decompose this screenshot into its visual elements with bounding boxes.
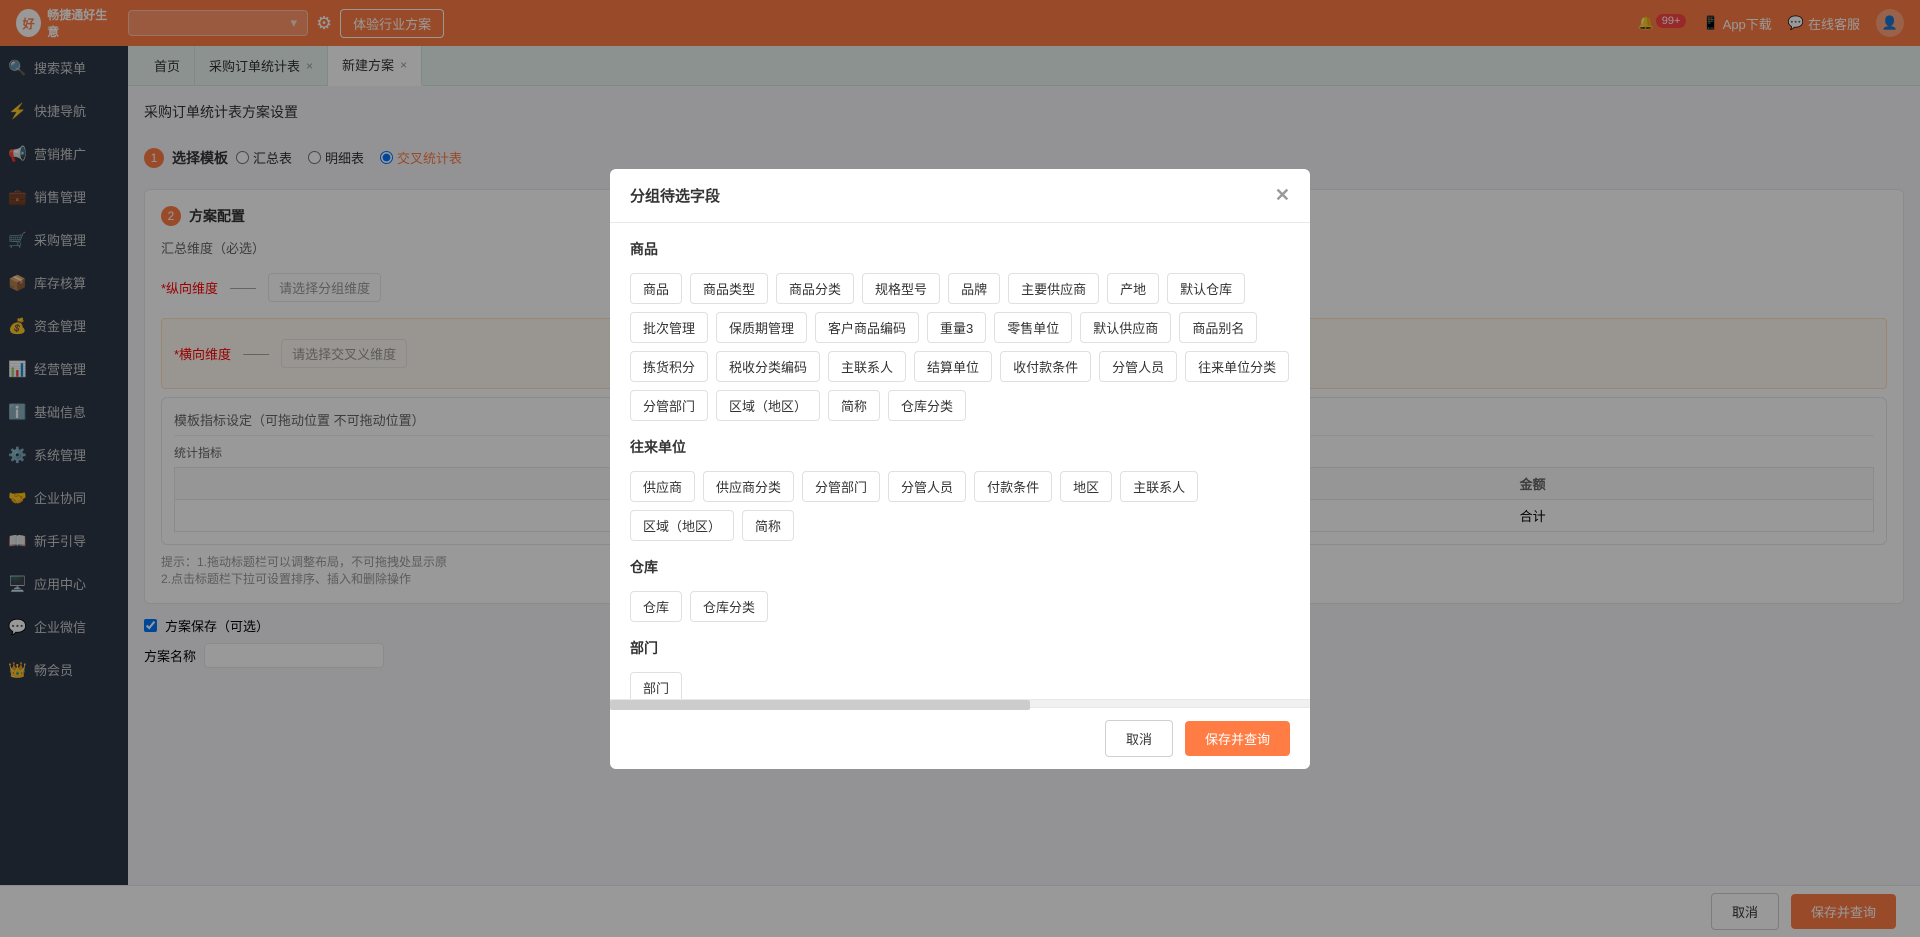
field-tag[interactable]: 地区 (1060, 471, 1112, 502)
field-group-仓库: 仓库仓库仓库分类 (630, 557, 1290, 622)
field-tag[interactable]: 税收分类编码 (716, 351, 820, 382)
field-tag[interactable]: 商品分类 (776, 273, 854, 304)
field-tag[interactable]: 简称 (828, 390, 880, 421)
field-tag[interactable]: 分管人员 (1099, 351, 1177, 382)
field-tag[interactable]: 仓库 (630, 591, 682, 622)
field-tag[interactable]: 主要供应商 (1008, 273, 1099, 304)
modal-body: 商品商品商品类型商品分类规格型号品牌主要供应商产地默认仓库批次管理保质期管理客户… (610, 223, 1310, 700)
field-group-title-仓库: 仓库 (630, 557, 1290, 581)
modal-title: 分组待选字段 (630, 185, 720, 206)
field-tag[interactable]: 供应商 (630, 471, 695, 502)
field-tag[interactable]: 重量3 (927, 312, 986, 343)
field-tag[interactable]: 结算单位 (914, 351, 992, 382)
field-tag[interactable]: 零售单位 (994, 312, 1072, 343)
field-tag[interactable]: 规格型号 (862, 273, 940, 304)
modal-cancel-button[interactable]: 取消 (1105, 720, 1173, 757)
field-tag[interactable]: 商品 (630, 273, 682, 304)
field-tag[interactable]: 拣货积分 (630, 351, 708, 382)
modal-close-button[interactable]: ✕ (1275, 185, 1290, 206)
field-group-商品: 商品商品商品类型商品分类规格型号品牌主要供应商产地默认仓库批次管理保质期管理客户… (630, 239, 1290, 421)
field-tag[interactable]: 分管人员 (888, 471, 966, 502)
field-tag[interactable]: 商品别名 (1179, 312, 1257, 343)
field-group-往来单位: 往来单位供应商供应商分类分管部门分管人员付款条件地区主联系人区域（地区） 简称 (630, 437, 1290, 541)
field-tag[interactable]: 主联系人 (1120, 471, 1198, 502)
field-tag[interactable]: 保质期管理 (716, 312, 807, 343)
field-tag[interactable]: 仓库分类 (690, 591, 768, 622)
field-tag[interactable]: 分管部门 (630, 390, 708, 421)
modal-hscroll-thumb[interactable] (610, 700, 1030, 710)
field-tag[interactable]: 分管部门 (802, 471, 880, 502)
field-tag[interactable]: 产地 (1107, 273, 1159, 304)
modal-header: 分组待选字段 ✕ (610, 169, 1310, 223)
field-tag[interactable]: 往来单位分类 (1185, 351, 1289, 382)
field-tags-仓库: 仓库仓库分类 (630, 591, 1290, 622)
field-group-title-商品: 商品 (630, 239, 1290, 263)
modal-save-button[interactable]: 保存并查询 (1185, 721, 1290, 756)
field-tag[interactable]: 付款条件 (974, 471, 1052, 502)
field-tag[interactable]: 区域（地区） (630, 510, 734, 541)
field-tag[interactable]: 客户商品编码 (815, 312, 919, 343)
field-tag[interactable]: 供应商分类 (703, 471, 794, 502)
field-tag[interactable]: 收付款条件 (1000, 351, 1091, 382)
field-tag[interactable]: 简称 (742, 510, 794, 541)
field-tag[interactable]: 区域（地区） (716, 390, 820, 421)
field-tag[interactable]: 批次管理 (630, 312, 708, 343)
modal: 分组待选字段 ✕ 商品商品商品类型商品分类规格型号品牌主要供应商产地默认仓库批次… (610, 169, 1310, 769)
modal-overlay: 分组待选字段 ✕ 商品商品商品类型商品分类规格型号品牌主要供应商产地默认仓库批次… (0, 0, 1920, 937)
field-tag[interactable]: 部门 (630, 672, 682, 700)
modal-horizontal-scrollbar[interactable] (610, 699, 1310, 706)
field-tag[interactable]: 默认供应商 (1080, 312, 1171, 343)
field-tag[interactable]: 主联系人 (828, 351, 906, 382)
field-tag[interactable]: 商品类型 (690, 273, 768, 304)
field-tag[interactable]: 品牌 (948, 273, 1000, 304)
field-group-title-往来单位: 往来单位 (630, 437, 1290, 461)
field-group-部门: 部门部门 (630, 638, 1290, 700)
field-tag[interactable]: 默认仓库 (1167, 273, 1245, 304)
field-tags-商品: 商品商品类型商品分类规格型号品牌主要供应商产地默认仓库批次管理保质期管理客户商品… (630, 273, 1290, 421)
modal-footer: 取消 保存并查询 (610, 707, 1310, 769)
field-group-title-部门: 部门 (630, 638, 1290, 662)
field-tags-往来单位: 供应商供应商分类分管部门分管人员付款条件地区主联系人区域（地区） 简称 (630, 471, 1290, 541)
field-tag[interactable]: 仓库分类 (888, 390, 966, 421)
field-tags-部门: 部门 (630, 672, 1290, 700)
